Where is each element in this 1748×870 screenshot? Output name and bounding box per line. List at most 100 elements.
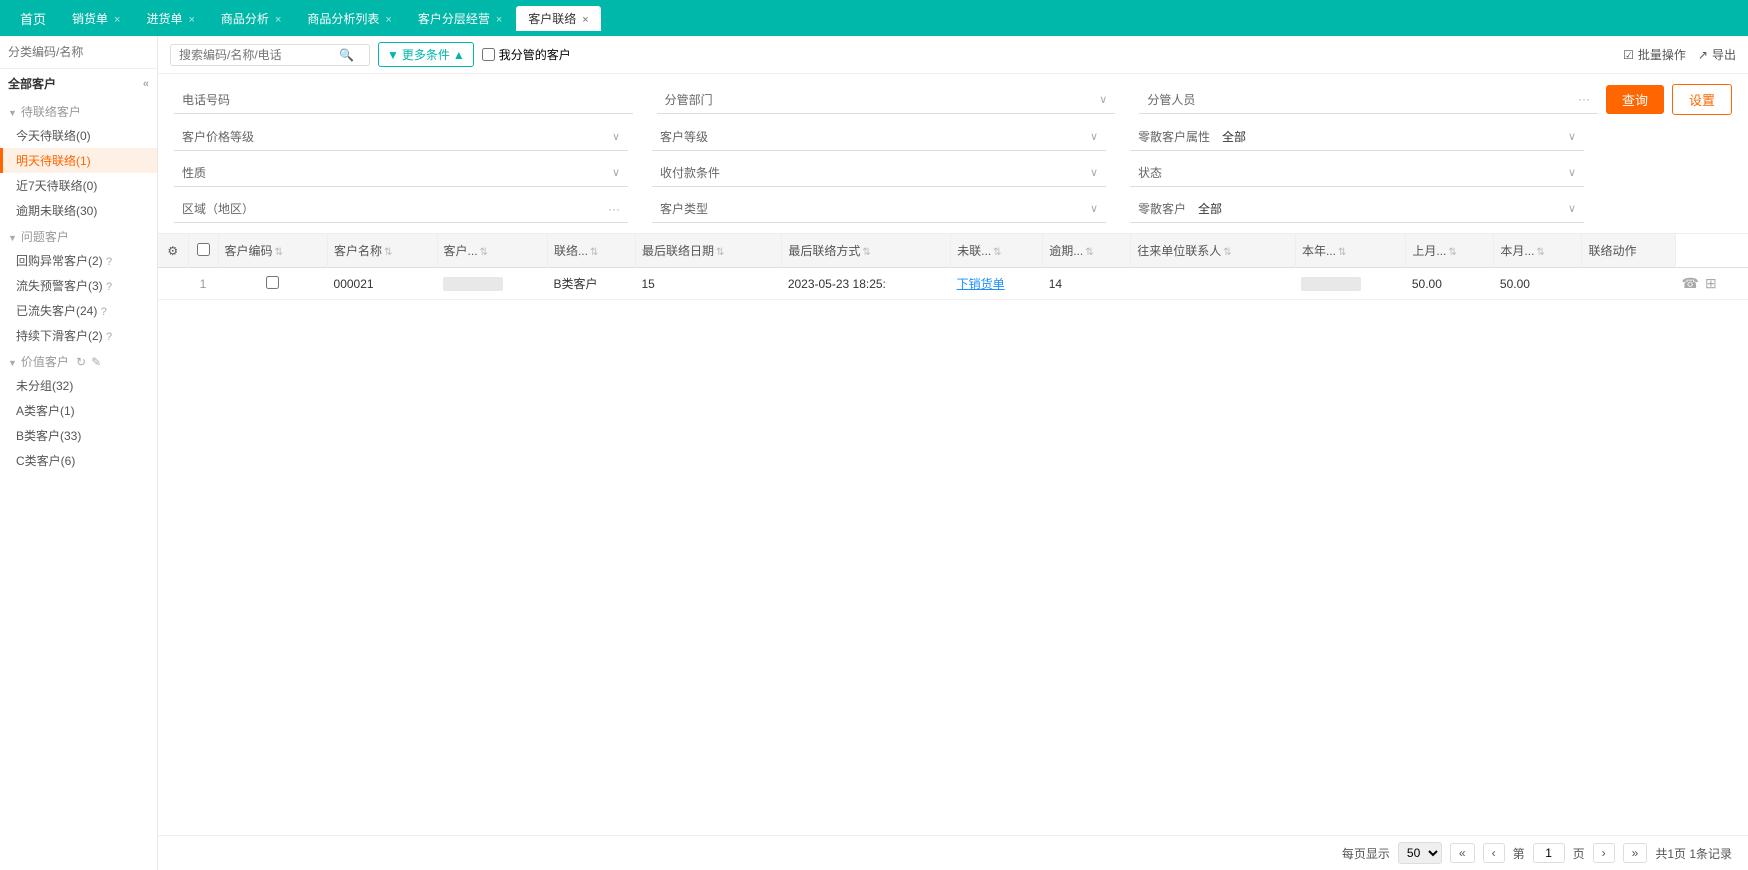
sidebar-item-c-class[interactable]: C类客户(6) [0,448,157,473]
sidebar-item-a-class[interactable]: A类客户(1) [0,398,157,423]
filter-phone: 电话号码 [174,86,633,114]
sidebar-item-declining[interactable]: 持续下滑客户(2) ? [0,323,157,348]
next-page-button[interactable]: › [1593,843,1615,863]
total-label: 共1页 1条记录 [1655,845,1732,862]
filter-nature: 性质 ∨ [174,159,628,187]
my-customer-checkbox[interactable] [482,48,495,61]
col-gear[interactable]: ⚙ [158,234,188,268]
search-input-wrap: 🔍 [170,44,370,66]
export-button[interactable]: ↗ 导出 [1698,46,1736,63]
reset-button[interactable]: 设置 [1672,84,1732,115]
sidebar-item-repurchase-abnormal[interactable]: 回购异常客户(2) ? [0,248,157,273]
filter-customer-level-arrow[interactable]: ∨ [1090,130,1098,143]
row-checkbox-cell[interactable] [218,268,328,300]
col-no-contact[interactable]: 未联...⇅ [951,234,1043,268]
filter-region-ellipsis[interactable]: ··· [608,202,620,216]
filter-customer-type-arrow[interactable]: ∨ [1090,202,1098,215]
filter-manager-ellipsis[interactable]: ··· [1578,92,1590,106]
nav-tab-product-analysis-list[interactable]: 商品分析列表× [295,6,403,31]
table-container: ⚙ 客户编码⇅ 客户名称⇅ 客户...⇅ 联络...⇅ 最后联络日期⇅ 最后联络… [158,234,1748,835]
batch-op-button[interactable]: ☑ 批量操作 [1623,46,1686,63]
filter-payment: 收付款条件 ∨ [652,159,1106,187]
prev-page-button[interactable]: ‹ [1483,843,1505,863]
filter-status-label: 状态 [1138,164,1162,181]
col-name[interactable]: 客户名称⇅ [328,234,438,268]
sidebar-item-tomorrow-contact[interactable]: 明天待联络(1) [0,148,157,173]
nav-home[interactable]: 首页 [8,5,58,32]
nav-tab-sales[interactable]: 销货单× [60,6,132,31]
filter-dept: 分管部门 ∨ [657,86,1116,114]
filter-nature-label: 性质 [182,164,206,181]
row-grid-icon[interactable]: ⊞ [1705,275,1717,292]
filter-nature-arrow[interactable]: ∨ [612,166,620,179]
filter-customer-type: 客户类型 ∨ [652,195,1106,223]
content-area: 🔍 ▼ 更多条件 ▲ 我分管的客户 ☑ 批量操作 ↗ 导出 [158,36,1748,870]
row-last-method[interactable]: 下销货单 [951,268,1043,300]
col-code[interactable]: 客户编码⇅ [218,234,328,268]
col-last-date[interactable]: 最后联络日期⇅ [635,234,781,268]
col-this-month[interactable]: 本月...⇅ [1494,234,1582,268]
row-last-month: 50.00 [1494,268,1582,300]
sidebar-group-problem: 问题客户 [0,223,157,248]
filter-retail-customer-arrow[interactable]: ∨ [1568,202,1576,215]
sidebar-item-7day-contact[interactable]: 近7天待联络(0) [0,173,157,198]
sidebar-item-ungrouped[interactable]: 未分组(32) [0,373,157,398]
col-company-contact[interactable]: 往来单位联系人⇅ [1131,234,1296,268]
nav-tab-customer-contact[interactable]: 客户联络× [516,6,600,31]
col-last-month[interactable]: 上月...⇅ [1406,234,1494,268]
nav-tab-customer-layers[interactable]: 客户分层经营× [406,6,514,31]
filter-phone-input[interactable] [238,92,625,106]
select-all-checkbox[interactable] [197,243,210,256]
col-last-method[interactable]: 最后联络方式⇅ [782,234,951,268]
filter-region-label: 区域（地区） [182,200,254,217]
sidebar-group-value: 价值客户 ↻ ✎ [0,348,157,373]
query-button[interactable]: 查询 [1606,85,1664,114]
row-company-contact: Ea [1295,268,1405,300]
sidebar-item-churned[interactable]: 已流失客户(24) ? [0,298,157,323]
sidebar-all-customers[interactable]: 全部客户 « [0,69,157,98]
filter-customer-type-label: 客户类型 [660,200,708,217]
nav-tab-product-analysis[interactable]: 商品分析× [209,6,293,31]
sidebar-collapse-icon: « [143,78,149,90]
filter-payment-arrow[interactable]: ∨ [1090,166,1098,179]
col-type[interactable]: 客户...⇅ [437,234,547,268]
nav-tab-purchase[interactable]: 进货单× [134,6,206,31]
filter-status: 状态 ∨ [1130,159,1584,187]
row-phone-icon[interactable]: ☎ [1682,275,1699,292]
filter-price-level-label: 客户价格等级 [182,128,254,145]
sidebar-item-churn-warning[interactable]: 流失预警客户(3) ? [0,273,157,298]
filter-dept-arrow[interactable]: ∨ [1099,93,1107,106]
my-customer-checkbox-wrap[interactable]: 我分管的客户 [482,46,571,63]
page-number-input[interactable] [1533,843,1565,863]
sidebar-item-today-contact[interactable]: 今天待联络(0) [0,123,157,148]
sidebar-search-input[interactable] [8,45,158,59]
first-page-button[interactable]: « [1450,843,1475,863]
sidebar-item-b-class[interactable]: B类客户(33) [0,423,157,448]
row-contact-count: 15 [635,268,781,300]
col-contact-count[interactable]: 联络...⇅ [547,234,635,268]
more-filter-button[interactable]: ▼ 更多条件 ▲ [378,42,474,67]
filter-row-3: 性质 ∨ 收付款条件 ∨ 状态 ∨ [174,159,1732,187]
filter-status-arrow[interactable]: ∨ [1568,166,1576,179]
col-checkbox[interactable] [188,234,218,268]
row-type: B类客户 [547,268,635,300]
batch-icon: ☑ [1623,48,1634,62]
col-this-year[interactable]: 本年...⇅ [1295,234,1405,268]
filter-customer-level: 客户等级 ∨ [652,123,1106,151]
row-checkbox[interactable] [266,276,279,289]
last-page-button[interactable]: » [1623,843,1648,863]
row-actions: ☎ ⊞ [1676,268,1748,300]
search-bar: 🔍 ▼ 更多条件 ▲ 我分管的客户 ☑ 批量操作 ↗ 导出 [158,36,1748,74]
filter-row-1: 电话号码 分管部门 ∨ 分管人员 ··· 查询 设置 [174,84,1732,115]
col-overdue[interactable]: 逾期...⇅ [1043,234,1131,268]
customer-table: ⚙ 客户编码⇅ 客户名称⇅ 客户...⇅ 联络...⇅ 最后联络日期⇅ 最后联络… [158,234,1748,300]
row-this-year: 50.00 [1406,268,1494,300]
filter-price-level-arrow[interactable]: ∨ [612,130,620,143]
filter-retail-attr: 零散客户属性 全部 ∨ [1130,123,1584,151]
filter-manager-label: 分管人员 [1147,91,1195,108]
per-page-select[interactable]: 50 [1398,842,1442,864]
filter-retail-attr-arrow[interactable]: ∨ [1568,130,1576,143]
search-input[interactable] [179,48,339,62]
sidebar-item-overdue-contact[interactable]: 逾期未联络(30) [0,198,157,223]
search-button[interactable]: 🔍 [339,48,354,62]
